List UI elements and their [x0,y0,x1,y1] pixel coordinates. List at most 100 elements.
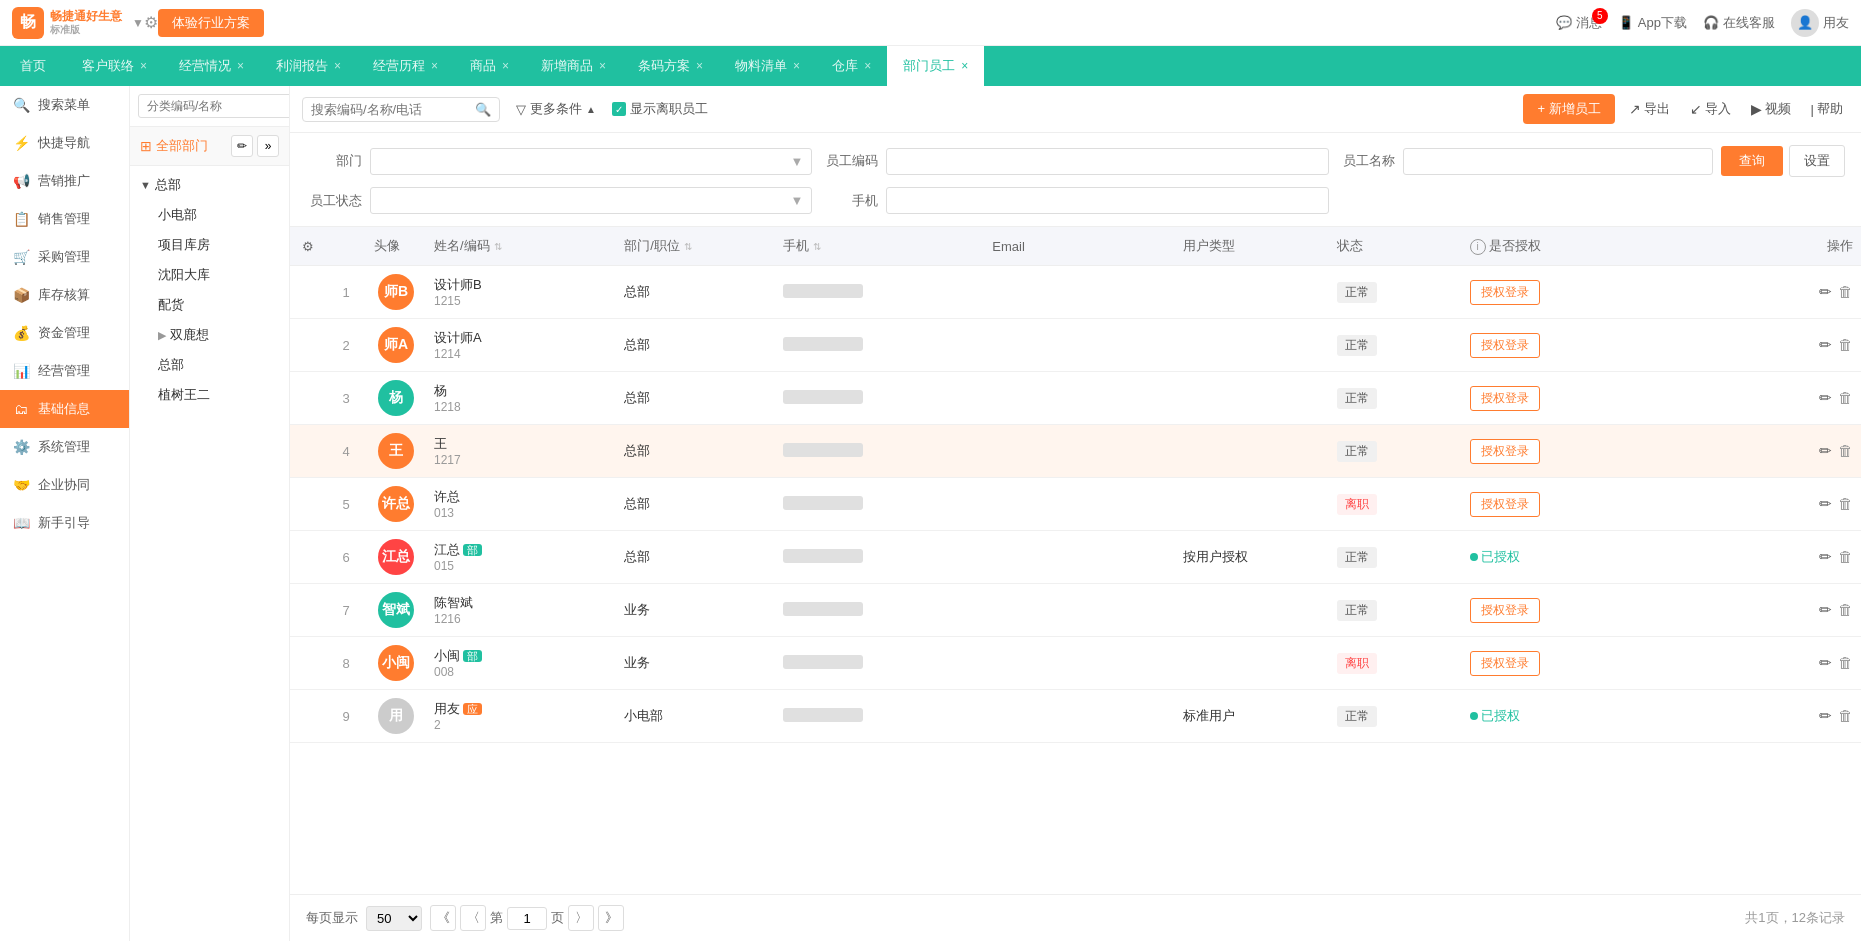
tab-barcode[interactable]: 条码方案 × [622,46,719,86]
app-download-button[interactable]: 📱 App下载 [1618,14,1687,32]
delete-button-3[interactable]: 🗑 [1838,442,1853,460]
sidebar-item-system[interactable]: ⚙️ 系统管理 [0,428,129,466]
experience-button[interactable]: 体验行业方案 [158,9,264,37]
sidebar-item-collab[interactable]: 🤝 企业协同 [0,466,129,504]
dept-node-xiaodibu[interactable]: 小电部 [130,200,289,230]
sidebar-item-sales[interactable]: 📋 销售管理 [0,200,129,238]
edit-button-7[interactable]: ✏ [1819,654,1832,672]
dept-node-zhishu[interactable]: 植树王二 [130,380,289,410]
tab-warehouse[interactable]: 仓库 × [816,46,887,86]
sidebar-item-search[interactable]: 🔍 搜索菜单 [0,86,129,124]
th-name-sort[interactable]: 姓名/编码 ⇅ [434,237,608,255]
tab-add-goods[interactable]: 新增商品 × [525,46,622,86]
empname-input[interactable] [1403,148,1713,175]
dept-node-shuangluxiang[interactable]: ▶ 双鹿想 [130,320,289,350]
auth-button-3[interactable]: 授权登录 [1470,439,1540,464]
dept-node-zongbu[interactable]: 总部 [130,350,289,380]
auth-button-6[interactable]: 授权登录 [1470,598,1540,623]
help-button[interactable]: | 帮助 [1805,96,1849,122]
auth-button-7[interactable]: 授权登录 [1470,651,1540,676]
message-button[interactable]: 💬 消息 5 [1556,14,1602,32]
import-button[interactable]: ↙ 导入 [1684,96,1737,122]
dropdown-arrow-btn[interactable]: ▼ [132,16,144,30]
phone-input[interactable] [886,187,1328,214]
export-button[interactable]: ↗ 导出 [1623,96,1676,122]
edit-button-0[interactable]: ✏ [1819,283,1832,301]
edit-button-1[interactable]: ✏ [1819,336,1832,354]
user-button[interactable]: 👤 用友 [1791,9,1849,37]
search-icon[interactable]: 🔍 [475,102,491,117]
page-prev-button[interactable]: 〈 [460,905,486,931]
th-name[interactable]: 姓名/编码 ⇅ [426,227,616,266]
sidebar-item-mgmt[interactable]: 📊 经营管理 [0,352,129,390]
tab-employee-close[interactable]: × [961,59,968,73]
dept-node-peihuo[interactable]: 配货 [130,290,289,320]
edit-button-5[interactable]: ✏ [1819,548,1832,566]
sidebar-item-basics[interactable]: 🗂 基础信息 [0,390,129,428]
th-settings[interactable]: ⚙ [290,227,326,266]
search-confirm-button[interactable]: 查询 [1721,146,1783,176]
settings-icon[interactable]: ⚙ [144,13,158,32]
th-phone-sort[interactable]: 手机 ⇅ [783,237,976,255]
th-phone[interactable]: 手机 ⇅ [775,227,984,266]
dept-node-root[interactable]: ▼ 总部 [130,170,289,200]
auth-button-4[interactable]: 授权登录 [1470,492,1540,517]
page-first-button[interactable]: 《 [430,905,456,931]
delete-button-1[interactable]: 🗑 [1838,336,1853,354]
page-last-button[interactable]: 》 [598,905,624,931]
dept-node-xiangmu[interactable]: 项目库房 [130,230,289,260]
edit-button-4[interactable]: ✏ [1819,495,1832,513]
delete-button-7[interactable]: 🗑 [1838,654,1853,672]
tab-goods-close[interactable]: × [502,59,509,73]
edit-button-6[interactable]: ✏ [1819,601,1832,619]
dept-collapse-icon[interactable]: » [257,135,279,157]
dept-select[interactable]: ▼ [370,148,812,175]
dept-edit-icon[interactable]: ✏ [231,135,253,157]
dept-search-input[interactable] [138,94,290,118]
auth-button-0[interactable]: 授权登录 [1470,280,1540,305]
more-filter-button[interactable]: ▽ 更多条件 ▲ [508,96,604,122]
show-resigned-checkbox[interactable]: ✓ 显示离职员工 [612,100,708,118]
tab-home[interactable]: 首页 [0,46,66,86]
edit-button-8[interactable]: ✏ [1819,707,1832,725]
edit-button-3[interactable]: ✏ [1819,442,1832,460]
tab-employee[interactable]: 部门员工 × [887,46,984,86]
view-button[interactable]: ▶ 视频 [1745,96,1797,122]
auth-button-2[interactable]: 授权登录 [1470,386,1540,411]
delete-button-2[interactable]: 🗑 [1838,389,1853,407]
delete-button-5[interactable]: 🗑 [1838,548,1853,566]
edit-button-2[interactable]: ✏ [1819,389,1832,407]
tab-operation[interactable]: 经营情况 × [163,46,260,86]
add-employee-button[interactable]: + 新增员工 [1523,94,1614,124]
sidebar-item-quick-nav[interactable]: ⚡ 快捷导航 [0,124,129,162]
tab-bom[interactable]: 物料清单 × [719,46,816,86]
page-num-input[interactable] [507,907,547,930]
delete-button-8[interactable]: 🗑 [1838,707,1853,725]
delete-button-6[interactable]: 🗑 [1838,601,1853,619]
empstatus-select[interactable]: ▼ [370,187,812,214]
th-dept-sort[interactable]: 部门/职位 ⇅ [624,237,767,255]
delete-button-0[interactable]: 🗑 [1838,283,1853,301]
th-dept[interactable]: 部门/职位 ⇅ [616,227,775,266]
tab-goods[interactable]: 商品 × [454,46,525,86]
page-next-button[interactable]: 〉 [568,905,594,931]
tab-bom-close[interactable]: × [793,59,800,73]
info-icon[interactable]: i [1470,239,1486,255]
search-input[interactable] [311,102,471,117]
tab-barcode-close[interactable]: × [696,59,703,73]
setup-button[interactable]: 设置 [1789,145,1845,177]
auth-button-1[interactable]: 授权登录 [1470,333,1540,358]
tab-operation-close[interactable]: × [237,59,244,73]
per-page-select[interactable]: 50 20 100 [366,906,422,931]
sidebar-item-guide[interactable]: 📖 新手引导 [0,504,129,542]
sidebar-item-inventory[interactable]: 📦 库存核算 [0,276,129,314]
tab-customer-close[interactable]: × [140,59,147,73]
tab-add-goods-close[interactable]: × [599,59,606,73]
empcode-input[interactable] [886,148,1328,175]
delete-button-4[interactable]: 🗑 [1838,495,1853,513]
tab-profit[interactable]: 利润报告 × [260,46,357,86]
sidebar-item-marketing[interactable]: 📢 营销推广 [0,162,129,200]
tab-customer[interactable]: 客户联络 × [66,46,163,86]
sidebar-item-finance[interactable]: 💰 资金管理 [0,314,129,352]
tab-warehouse-close[interactable]: × [864,59,871,73]
